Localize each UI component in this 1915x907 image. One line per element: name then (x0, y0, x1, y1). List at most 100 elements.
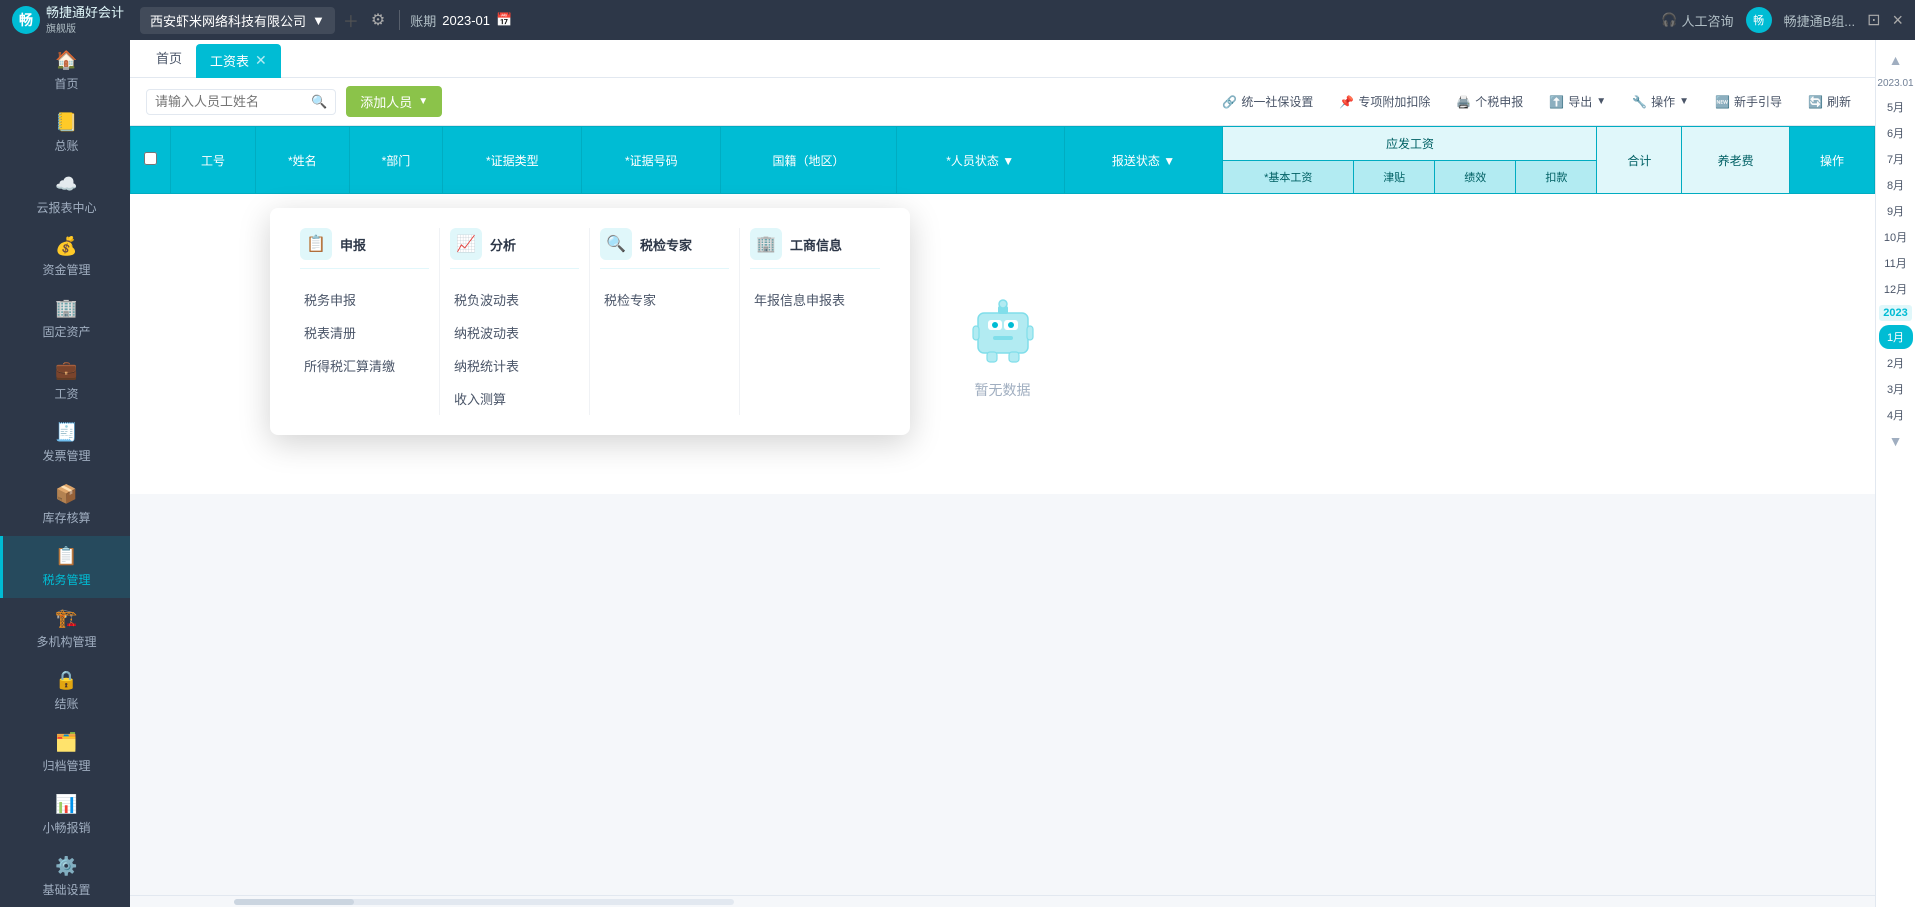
sidebar-item-multi-org[interactable]: 🏗️ 多机构管理 (0, 598, 130, 660)
filter-icon-2[interactable]: ▼ (1163, 154, 1175, 168)
dropdown-item-tax-clearance[interactable]: 税表清册 (300, 316, 429, 349)
special-deduction-btn[interactable]: 📌 专项附加扣除 (1331, 89, 1438, 114)
tab-close-icon[interactable]: ✕ (255, 52, 267, 69)
ledger-icon: 📒 (55, 112, 77, 133)
month-5[interactable]: 5月 (1879, 95, 1913, 119)
content-area: 首页 工资表 ✕ 🔍 添加人员 ▼ 🔗 (130, 40, 1875, 907)
month-8[interactable]: 8月 (1879, 173, 1913, 197)
add-btn-arrow-icon: ▼ (418, 96, 428, 107)
window-restore[interactable]: ⊡ (1867, 10, 1880, 30)
social-insurance-icon: 🔗 (1222, 95, 1237, 109)
dropdown-item-tax-expert[interactable]: 税检专家 (600, 283, 729, 316)
dropdown-item-tax-wave[interactable]: 纳税波动表 (450, 316, 579, 349)
tax-declare-btn[interactable]: 🖨️ 个税申报 (1448, 89, 1531, 114)
sidebar-item-label-home: 首页 (54, 75, 78, 92)
user-avatar[interactable]: 畅 (1746, 7, 1772, 33)
month-9[interactable]: 9月 (1879, 199, 1913, 223)
month-2[interactable]: 2月 (1879, 351, 1913, 375)
calendar-icon[interactable]: 📅 (496, 12, 512, 28)
sidebar-item-funds[interactable]: 💰 资金管理 (0, 226, 130, 288)
month-12[interactable]: 12月 (1879, 277, 1913, 301)
sidebar-item-close[interactable]: 🔒 结账 (0, 660, 130, 722)
add-company-icon[interactable]: ＋ (343, 8, 359, 32)
sidebar-item-invoice[interactable]: 🧾 发票管理 (0, 412, 130, 474)
logo-icon: 畅 (12, 6, 40, 34)
dropdown-menu: 📋 申报 税务申报 税表清册 所得税汇算清缴 📈 分析 税负波动表 纳税波动表 … (270, 208, 910, 435)
assets-icon: 🏢 (55, 298, 77, 319)
section-title-declare: 申报 (340, 235, 366, 254)
sidebar-item-cloud[interactable]: ☁️ 云报表中心 (0, 164, 130, 226)
th-performance: 绩效 (1435, 161, 1516, 194)
divider (399, 10, 400, 30)
month-11[interactable]: 11月 (1879, 251, 1913, 275)
period-header: 2023.01 (1875, 74, 1915, 93)
dropdown-item-tax-declare[interactable]: 税务申报 (300, 283, 429, 316)
sidebar-item-assets[interactable]: 🏢 固定资产 (0, 288, 130, 350)
month-7[interactable]: 7月 (1879, 147, 1913, 171)
company-selector[interactable]: 西安虾米网络科技有限公司 ▼ (140, 7, 335, 34)
select-all-checkbox[interactable] (144, 152, 157, 165)
filter-icon[interactable]: ▼ (1002, 154, 1014, 168)
sidebar-item-ledger[interactable]: 📒 总账 (0, 102, 130, 164)
search-input[interactable] (155, 94, 305, 109)
th-person-status: *人员状态 ▼ (896, 127, 1064, 194)
month-10[interactable]: 10月 (1879, 225, 1913, 249)
month-3[interactable]: 3月 (1879, 377, 1913, 401)
dropdown-item-tax-stats[interactable]: 纳税统计表 (450, 349, 579, 382)
dropdown-section-business: 🏢 工商信息 年报信息申报表 (740, 228, 890, 415)
panel-nav-up[interactable]: ▲ (1885, 48, 1907, 72)
settings-icon[interactable]: ⚙ (371, 10, 385, 30)
month-4[interactable]: 4月 (1879, 403, 1913, 427)
horizontal-scrollbar-thumb[interactable] (234, 899, 354, 905)
tax-expert-section-icon: 🔍 (600, 228, 632, 260)
top-bar: 畅 畅捷通好会计 旗舰版 西安虾米网络科技有限公司 ▼ ＋ ⚙ 账期 2023-… (0, 0, 1915, 40)
sidebar-item-home[interactable]: 🏠 首页 (0, 40, 130, 102)
accounting-period: 账期 2023-01 📅 (410, 11, 512, 30)
sidebar-item-salary[interactable]: 💼 工资 (0, 350, 130, 412)
sidebar-item-label-cloud: 云报表中心 (36, 199, 96, 216)
month-6[interactable]: 6月 (1879, 121, 1913, 145)
section-title-tax-expert: 税检专家 (640, 235, 692, 254)
sidebar-item-label-funds: 资金管理 (42, 261, 90, 278)
sidebar-item-settings[interactable]: ⚙️ 基础设置 (0, 846, 130, 907)
sidebar-item-inventory[interactable]: 📦 库存核算 (0, 474, 130, 536)
newguide-icon: 🆕 (1715, 95, 1730, 109)
company-dropdown-icon: ▼ (312, 13, 325, 28)
sidebar-item-archive[interactable]: 🗂️ 归档管理 (0, 722, 130, 784)
dropdown-item-tax-burden[interactable]: 税负波动表 (450, 283, 579, 316)
tax-declare-icon: 🖨️ (1456, 95, 1471, 109)
export-btn[interactable]: ⬆️ 导出 ▼ (1541, 89, 1614, 114)
th-nation: 国籍（地区） (721, 127, 896, 194)
social-insurance-btn[interactable]: 🔗 统一社保设置 (1214, 89, 1321, 114)
top-bar-right: 🎧 人工咨询 畅 畅捷通B组... ⊡ × (1661, 7, 1903, 33)
panel-nav-down[interactable]: ▼ (1885, 429, 1907, 453)
support-button[interactable]: 🎧 人工咨询 (1661, 11, 1733, 30)
sidebar-item-label-inventory: 库存核算 (42, 509, 90, 526)
business-section-icon: 🏢 (750, 228, 782, 260)
horizontal-scrollbar-track[interactable] (234, 899, 734, 905)
app-version: 旗舰版 (46, 20, 124, 35)
th-total: 合计 (1597, 127, 1682, 194)
sidebar-item-report[interactable]: 📊 小畅报销 (0, 784, 130, 846)
add-btn-label: 添加人员 (360, 92, 412, 111)
add-person-button[interactable]: 添加人员 ▼ (346, 86, 442, 117)
dropdown-section-declare: 📋 申报 税务申报 税表清册 所得税汇算清缴 (290, 228, 440, 415)
sidebar-item-label-salary: 工资 (54, 385, 78, 402)
refresh-btn[interactable]: 🔄 刷新 (1800, 89, 1859, 114)
newguide-btn[interactable]: 🆕 新手引导 (1707, 89, 1790, 114)
tab-home[interactable]: 首页 (142, 40, 196, 78)
section-header-tax-expert: 🔍 税检专家 (600, 228, 729, 269)
dropdown-item-income-tax[interactable]: 所得税汇算清缴 (300, 349, 429, 382)
dropdown-section-tax-expert: 🔍 税检专家 税检专家 (590, 228, 740, 415)
dropdown-item-annual-report[interactable]: 年报信息申报表 (750, 283, 880, 316)
sidebar: 🏠 首页 📒 总账 ☁️ 云报表中心 💰 资金管理 🏢 固定资产 💼 工资 🧾 … (0, 40, 130, 907)
tab-salary[interactable]: 工资表 ✕ (196, 44, 281, 78)
month-1-active[interactable]: 1月 (1879, 325, 1913, 349)
operate-btn[interactable]: 🔧 操作 ▼ (1624, 89, 1697, 114)
sidebar-item-tax[interactable]: 📋 税务管理 (0, 536, 130, 598)
window-close[interactable]: × (1892, 10, 1903, 31)
empty-icon (963, 288, 1043, 368)
app-name: 畅捷通好会计 (46, 5, 124, 21)
th-allowance: 津贴 (1354, 161, 1435, 194)
dropdown-item-income-calc[interactable]: 收入测算 (450, 382, 579, 415)
